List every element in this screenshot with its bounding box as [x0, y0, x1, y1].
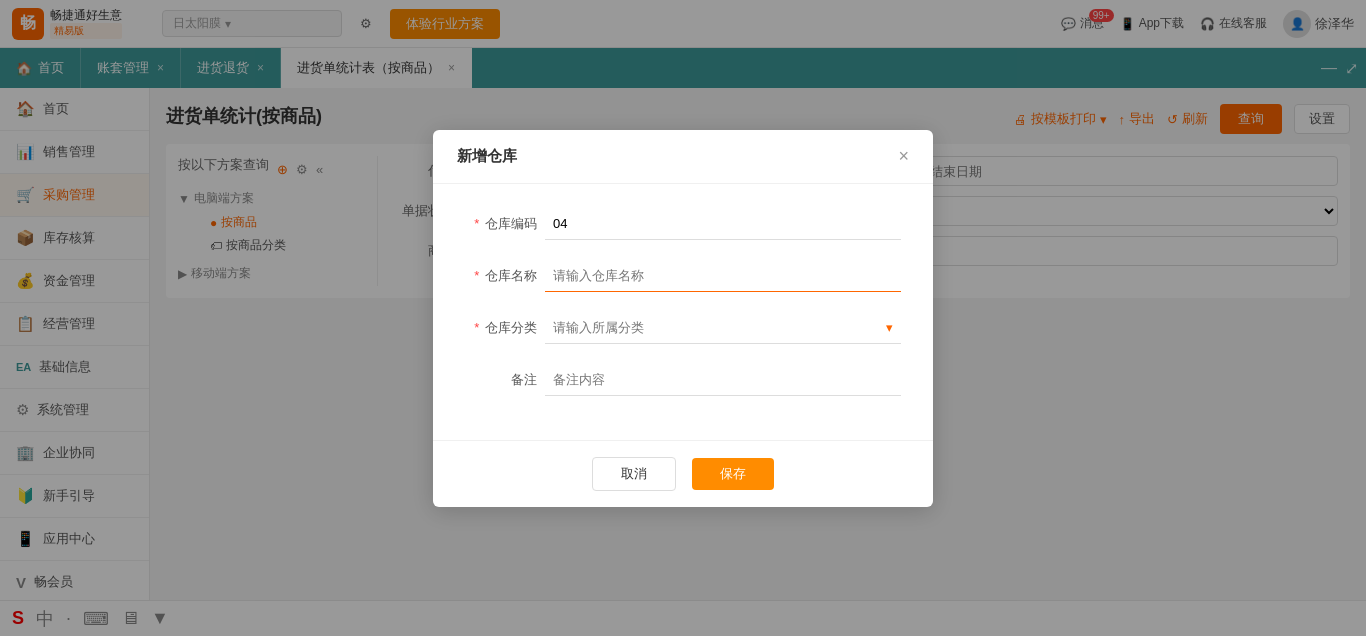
name-label-text: 仓库名称 — [485, 268, 537, 283]
modal-body: * 仓库编码 * 仓库名称 * 仓库分类 — [433, 184, 933, 440]
cancel-button[interactable]: 取消 — [592, 457, 676, 491]
modal-overlay: 新增仓库 × * 仓库编码 * 仓库名称 — [0, 0, 1366, 636]
form-row-note: 备注 — [465, 364, 901, 396]
category-label: * 仓库分类 — [465, 319, 545, 337]
warehouse-note-input[interactable] — [545, 364, 901, 396]
form-row-code: * 仓库编码 — [465, 208, 901, 240]
name-label: * 仓库名称 — [465, 267, 545, 285]
form-row-name: * 仓库名称 — [465, 260, 901, 292]
note-label: 备注 — [465, 371, 545, 389]
name-required-mark: * — [474, 268, 479, 283]
add-warehouse-modal: 新增仓库 × * 仓库编码 * 仓库名称 — [433, 130, 933, 507]
category-label-text: 仓库分类 — [485, 320, 537, 335]
warehouse-code-input[interactable] — [545, 208, 901, 240]
code-label-text: 仓库编码 — [485, 216, 537, 231]
modal-close-button[interactable]: × — [898, 146, 909, 167]
form-row-category: * 仓库分类 ▾ — [465, 312, 901, 344]
modal-footer: 取消 保存 — [433, 440, 933, 507]
modal-header: 新增仓库 × — [433, 130, 933, 184]
modal-title: 新增仓库 — [457, 147, 517, 166]
category-required-mark: * — [474, 320, 479, 335]
note-label-text: 备注 — [511, 372, 537, 387]
code-label: * 仓库编码 — [465, 215, 545, 233]
category-arrow-icon: ▾ — [886, 320, 893, 335]
save-button[interactable]: 保存 — [692, 458, 774, 490]
category-select-wrap[interactable]: ▾ — [545, 312, 901, 344]
warehouse-name-input[interactable] — [545, 260, 901, 292]
code-required-mark: * — [474, 216, 479, 231]
category-select-input[interactable] — [553, 320, 886, 335]
